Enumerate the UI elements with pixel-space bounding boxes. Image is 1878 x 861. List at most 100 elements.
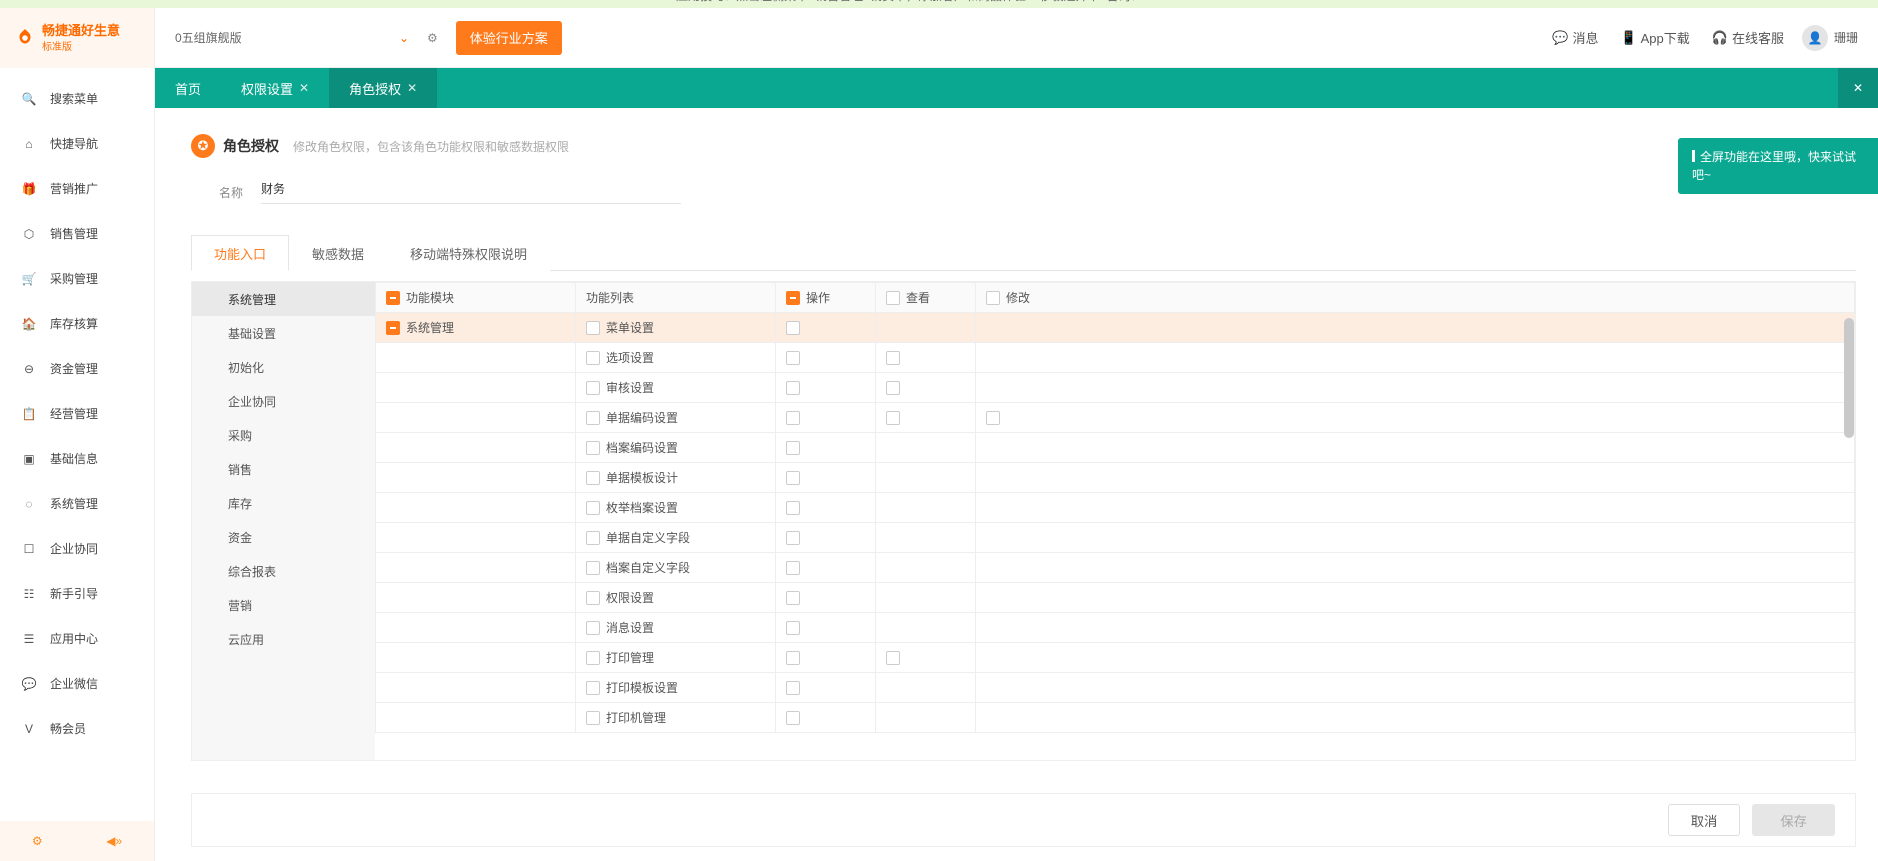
org-selector[interactable]: 0五组旗舰版 ⌄ — [167, 22, 417, 54]
row-op-checkbox[interactable] — [786, 441, 800, 455]
sale-icon: ⬡ — [20, 227, 38, 241]
row-op-checkbox[interactable] — [786, 471, 800, 485]
cancel-button[interactable]: 取消 — [1668, 804, 1741, 836]
role-name-value: 财务 — [261, 180, 681, 204]
header-view-checkbox[interactable] — [886, 291, 900, 305]
sidebar-item-label: 应用中心 — [50, 630, 98, 647]
sidebar-item-label: 快捷导航 — [50, 135, 98, 152]
row-list-checkbox[interactable] — [586, 681, 600, 695]
close-icon[interactable]: ✕ — [299, 81, 309, 95]
row-op-checkbox[interactable] — [786, 381, 800, 395]
sidebar-item-app[interactable]: ☰ 应用中心 — [0, 616, 154, 661]
row-op-checkbox[interactable] — [786, 561, 800, 575]
settings-gear-icon[interactable]: ⚙ — [32, 834, 43, 848]
row-list-checkbox[interactable] — [586, 471, 600, 485]
category-item[interactable]: 销售 — [192, 452, 375, 486]
row-edit-checkbox[interactable] — [986, 411, 1000, 425]
sidebar-item-report[interactable]: 📋经营管理 — [0, 391, 154, 436]
collapse-icon[interactable]: ◀» — [106, 834, 122, 848]
table-row: 单据自定义字段 — [376, 523, 1855, 553]
sidebar-item-cart[interactable]: 🛒采购管理 — [0, 256, 154, 301]
row-op-checkbox[interactable] — [786, 321, 800, 335]
row-op-checkbox[interactable] — [786, 501, 800, 515]
module-checkbox[interactable] — [386, 321, 400, 335]
row-list-checkbox[interactable] — [586, 531, 600, 545]
permission-subtabs: 功能入口敏感数据移动端特殊权限说明 — [191, 234, 1856, 271]
user-avatar[interactable]: 👤 — [1802, 25, 1828, 51]
support-button[interactable]: 🎧在线客服 — [1712, 28, 1784, 47]
sidebar-item-money[interactable]: ⊖资金管理 — [0, 346, 154, 391]
sidebar-item-vip[interactable]: V畅会员 — [0, 706, 154, 751]
category-item[interactable]: 资金 — [192, 520, 375, 554]
row-list-checkbox[interactable] — [586, 561, 600, 575]
header-edit-checkbox[interactable] — [986, 291, 1000, 305]
sidebar-item-guide[interactable]: ☷ 新手引导 — [0, 571, 154, 616]
sidebar-item-gift[interactable]: 🎁营销推广 — [0, 166, 154, 211]
home-icon: ⌂ — [20, 137, 38, 151]
sidebar-item-stock[interactable]: 🏠库存核算 — [0, 301, 154, 346]
category-item[interactable]: 基础设置 — [192, 316, 375, 350]
sidebar-item-base[interactable]: ▣基础信息 — [0, 436, 154, 481]
sidebar-item-home[interactable]: ⌂ 快捷导航 — [0, 121, 154, 166]
experience-plan-button[interactable]: 体验行业方案 — [456, 21, 562, 55]
table-row: 选项设置 — [376, 343, 1855, 373]
sidebar-item-wechat[interactable]: 💬企业微信 — [0, 661, 154, 706]
row-op-checkbox[interactable] — [786, 621, 800, 635]
tab-角色授权[interactable]: 角色授权✕ — [329, 68, 437, 108]
row-view-checkbox[interactable] — [886, 651, 900, 665]
sidebar-item-sale[interactable]: ⬡销售管理 — [0, 211, 154, 256]
row-list-checkbox[interactable] — [586, 381, 600, 395]
category-item[interactable]: 综合报表 — [192, 554, 375, 588]
row-op-checkbox[interactable] — [786, 651, 800, 665]
category-item[interactable]: 云应用 — [192, 622, 375, 656]
sidebar-item-coop[interactable]: ☐企业协同 — [0, 526, 154, 571]
row-list-checkbox[interactable] — [586, 711, 600, 725]
page-tabstrip: 首页权限设置✕角色授权✕ ✕ — [155, 68, 1878, 108]
row-op-checkbox[interactable] — [786, 711, 800, 725]
row-op-checkbox[interactable] — [786, 351, 800, 365]
row-op-checkbox[interactable] — [786, 531, 800, 545]
sidebar-item-search[interactable]: 🔍搜索菜单 — [0, 76, 154, 121]
row-list-checkbox[interactable] — [586, 621, 600, 635]
subtab-功能入口[interactable]: 功能入口 — [191, 235, 289, 271]
category-item[interactable]: 采购 — [192, 418, 375, 452]
guide-icon: ☷ — [20, 587, 38, 601]
row-list-checkbox[interactable] — [586, 351, 600, 365]
row-view-checkbox[interactable] — [886, 411, 900, 425]
app-icon: ☰ — [20, 632, 38, 646]
sidebar-item-label: 新手引导 — [50, 585, 98, 602]
close-icon[interactable]: ✕ — [407, 81, 417, 95]
subtab-移动端特殊权限说明[interactable]: 移动端特殊权限说明 — [387, 235, 550, 271]
category-item[interactable]: 企业协同 — [192, 384, 375, 418]
close-all-tabs-button[interactable]: ✕ — [1838, 68, 1878, 108]
org-settings-icon[interactable]: ⚙ — [427, 31, 438, 45]
save-button: 保存 — [1752, 804, 1835, 836]
row-list-checkbox[interactable] — [586, 501, 600, 515]
tab-权限设置[interactable]: 权限设置✕ — [221, 68, 329, 108]
row-list-checkbox[interactable] — [586, 651, 600, 665]
category-item[interactable]: 库存 — [192, 486, 375, 520]
brand[interactable]: 畅捷通好生意 标准版 — [0, 8, 154, 68]
row-list-checkbox[interactable] — [586, 321, 600, 335]
category-item[interactable]: 系统管理 — [192, 282, 375, 316]
row-view-checkbox[interactable] — [886, 351, 900, 365]
sidebar-item-sys[interactable]: ◌系统管理 — [0, 481, 154, 526]
category-item[interactable]: 营销 — [192, 588, 375, 622]
scrollbar-thumb[interactable] — [1844, 318, 1854, 438]
category-item[interactable]: 初始化 — [192, 350, 375, 384]
header-op-checkbox[interactable] — [786, 291, 800, 305]
sidebar-item-label: 营销推广 — [50, 180, 98, 197]
row-view-checkbox[interactable] — [886, 381, 900, 395]
row-op-checkbox[interactable] — [786, 411, 800, 425]
row-op-checkbox[interactable] — [786, 591, 800, 605]
row-list-checkbox[interactable] — [586, 411, 600, 425]
app-download-button[interactable]: 📱App下载 — [1620, 28, 1689, 47]
subtab-敏感数据[interactable]: 敏感数据 — [289, 235, 387, 271]
row-op-checkbox[interactable] — [786, 681, 800, 695]
fullscreen-tip-toast[interactable]: 全屏功能在这里哦，快来试试吧~ — [1678, 138, 1878, 194]
row-list-checkbox[interactable] — [586, 591, 600, 605]
tab-首页[interactable]: 首页 — [155, 68, 221, 108]
row-list-checkbox[interactable] — [586, 441, 600, 455]
messages-button[interactable]: 💬消息 — [1552, 28, 1598, 47]
header-module-checkbox[interactable] — [386, 291, 400, 305]
